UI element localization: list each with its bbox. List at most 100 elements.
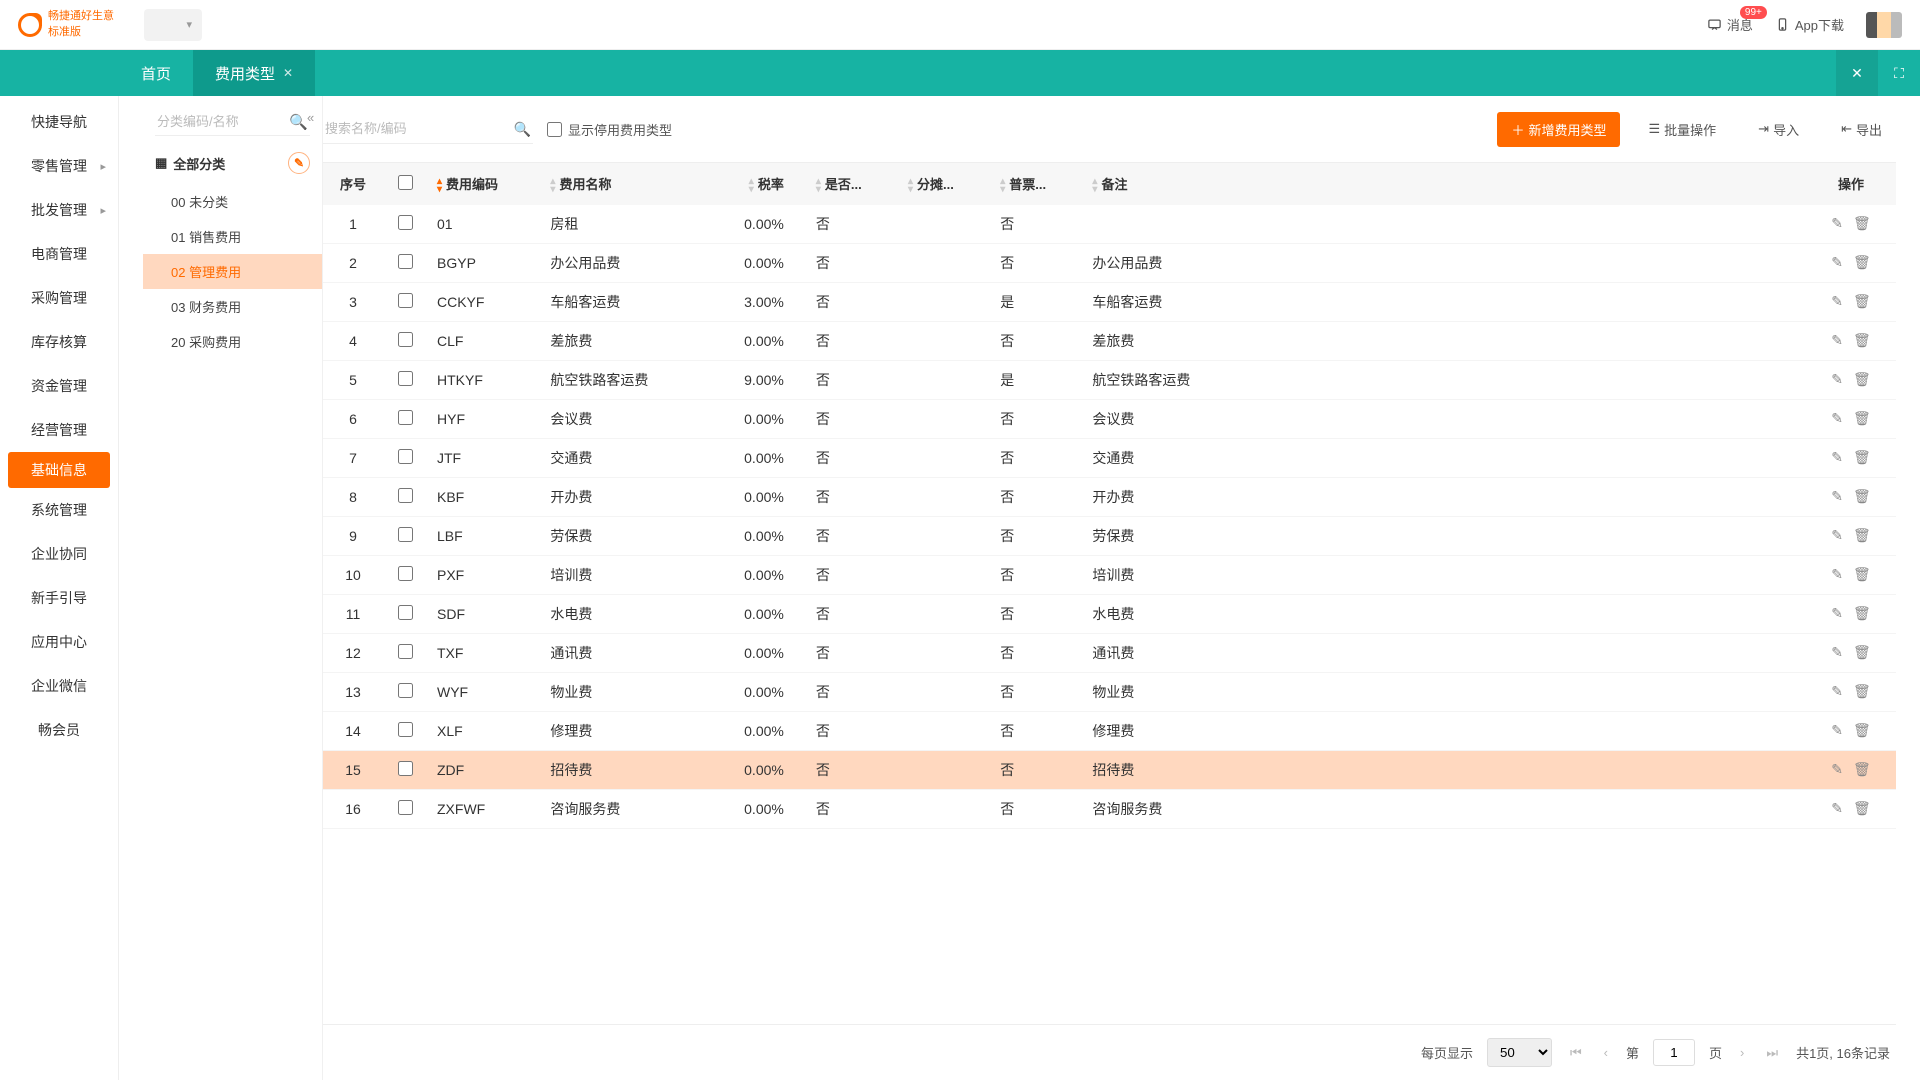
table-row[interactable]: 8KBF开办费0.00%否否开办费✎🗑 <box>323 477 1896 516</box>
category-item[interactable]: 02 管理费用 <box>143 254 322 289</box>
sidebar-item[interactable]: 资金管理 <box>0 364 118 408</box>
delete-icon[interactable]: 🗑 <box>1853 254 1871 270</box>
sidebar-item[interactable]: 零售管理 <box>0 144 118 188</box>
edit-icon[interactable]: ✎ <box>1831 371 1843 387</box>
delete-icon[interactable]: 🗑 <box>1853 566 1871 582</box>
search-icon[interactable]: 🔍 <box>514 121 531 138</box>
edit-icon[interactable]: ✎ <box>1831 644 1843 660</box>
edit-icon[interactable]: ✎ <box>1831 332 1843 348</box>
avatar[interactable] <box>1866 12 1902 38</box>
col-name[interactable]: ▴▾费用名称 <box>540 163 705 205</box>
sidebar-item[interactable]: 经营管理 <box>0 408 118 452</box>
delete-icon[interactable]: 🗑 <box>1853 761 1871 777</box>
page-first-button[interactable]: ⏮ <box>1566 1041 1586 1065</box>
table-search-input[interactable] <box>323 114 533 144</box>
col-rate[interactable]: ▴▾税率 <box>706 163 806 205</box>
row-checkbox[interactable] <box>398 293 413 308</box>
delete-icon[interactable]: 🗑 <box>1853 722 1871 738</box>
row-checkbox[interactable] <box>398 566 413 581</box>
table-row[interactable]: 6HYF会议费0.00%否否会议费✎🗑 <box>323 399 1896 438</box>
delete-icon[interactable]: 🗑 <box>1853 332 1871 348</box>
add-fee-type-button[interactable]: ＋ 新增费用类型 <box>1497 112 1620 147</box>
delete-icon[interactable]: 🗑 <box>1853 527 1871 543</box>
category-item[interactable]: 03 财务费用 <box>143 289 322 324</box>
delete-icon[interactable]: 🗑 <box>1853 605 1871 621</box>
sidebar-item[interactable]: 电商管理 <box>0 232 118 276</box>
edit-icon[interactable]: ✎ <box>1831 566 1843 582</box>
sidebar-item[interactable]: 批发管理 <box>0 188 118 232</box>
messages-button[interactable]: 消息 99+ <box>1707 15 1753 34</box>
row-checkbox[interactable] <box>398 449 413 464</box>
sidebar-item[interactable]: 畅会员 <box>0 708 118 752</box>
edit-category-button[interactable]: ✎ <box>288 152 310 174</box>
row-checkbox[interactable] <box>398 371 413 386</box>
delete-icon[interactable]: 🗑 <box>1853 371 1871 387</box>
edit-icon[interactable]: ✎ <box>1831 683 1843 699</box>
row-checkbox[interactable] <box>398 488 413 503</box>
collapse-panel-button[interactable]: « <box>307 110 323 125</box>
sidebar-item[interactable]: 企业协同 <box>0 532 118 576</box>
close-icon[interactable]: ✕ <box>283 66 293 80</box>
page-input[interactable] <box>1653 1039 1695 1066</box>
table-row[interactable]: 16ZXFWF咨询服务费0.00%否否咨询服务费✎🗑 <box>323 789 1896 828</box>
col-ticket[interactable]: ▴▾普票... <box>990 163 1082 205</box>
per-page-select[interactable]: 50 <box>1487 1038 1552 1067</box>
category-item[interactable]: 00 未分类 <box>143 184 322 219</box>
fullscreen-button[interactable]: ⛶ <box>1878 50 1920 96</box>
row-checkbox[interactable] <box>398 332 413 347</box>
col-remark[interactable]: ▴▾备注 <box>1082 163 1806 205</box>
page-last-button[interactable]: ⏭ <box>1762 1041 1782 1065</box>
col-code[interactable]: ▴▾费用编码 <box>427 163 540 205</box>
close-all-tabs-button[interactable]: ✕ <box>1836 50 1878 96</box>
company-selector[interactable]: ▾ <box>144 9 202 41</box>
col-checkbox[interactable] <box>383 163 427 205</box>
row-checkbox[interactable] <box>398 527 413 542</box>
select-all-checkbox[interactable] <box>398 175 413 190</box>
table-row[interactable]: 12TXF通讯费0.00%否否通讯费✎🗑 <box>323 633 1896 672</box>
edit-icon[interactable]: ✎ <box>1831 722 1843 738</box>
edit-icon[interactable]: ✎ <box>1831 410 1843 426</box>
batch-button[interactable]: ☰ 批量操作 <box>1634 112 1730 147</box>
category-all[interactable]: ▦ 全部分类 ✎ <box>143 146 322 180</box>
delete-icon[interactable]: 🗑 <box>1853 683 1871 699</box>
table-row[interactable]: 5HTKYF航空铁路客运费9.00%否是航空铁路客运费✎🗑 <box>323 360 1896 399</box>
table-row[interactable]: 10PXF培训费0.00%否否培训费✎🗑 <box>323 555 1896 594</box>
edit-icon[interactable]: ✎ <box>1831 800 1843 816</box>
table-row[interactable]: 2BGYP办公用品费0.00%否否办公用品费✎🗑 <box>323 243 1896 282</box>
sidebar-item[interactable]: 基础信息 <box>8 452 110 488</box>
edit-icon[interactable]: ✎ <box>1831 488 1843 504</box>
delete-icon[interactable]: 🗑 <box>1853 215 1871 231</box>
sidebar-item[interactable]: 快捷导航 <box>0 100 118 144</box>
table-row[interactable]: 7JTF交通费0.00%否否交通费✎🗑 <box>323 438 1896 477</box>
col-isded[interactable]: ▴▾是否... <box>806 163 898 205</box>
edit-icon[interactable]: ✎ <box>1831 449 1843 465</box>
edit-icon[interactable]: ✎ <box>1831 293 1843 309</box>
category-search-input[interactable] <box>155 108 310 136</box>
col-alloc[interactable]: ▴▾分摊... <box>898 163 990 205</box>
edit-icon[interactable]: ✎ <box>1831 215 1843 231</box>
row-checkbox[interactable] <box>398 644 413 659</box>
table-row[interactable]: 4CLF差旅费0.00%否否差旅费✎🗑 <box>323 321 1896 360</box>
delete-icon[interactable]: 🗑 <box>1853 410 1871 426</box>
tab-fee-type[interactable]: 费用类型 ✕ <box>193 50 315 96</box>
row-checkbox[interactable] <box>398 722 413 737</box>
page-next-button[interactable]: › <box>1736 1041 1748 1064</box>
show-disabled-input[interactable] <box>547 122 562 137</box>
page-prev-button[interactable]: ‹ <box>1600 1041 1612 1064</box>
tab-home[interactable]: 首页 <box>119 50 193 96</box>
row-checkbox[interactable] <box>398 761 413 776</box>
edit-icon[interactable]: ✎ <box>1831 605 1843 621</box>
app-download-button[interactable]: App下载 <box>1775 15 1844 34</box>
table-row[interactable]: 11SDF水电费0.00%否否水电费✎🗑 <box>323 594 1896 633</box>
edit-icon[interactable]: ✎ <box>1831 527 1843 543</box>
delete-icon[interactable]: 🗑 <box>1853 488 1871 504</box>
row-checkbox[interactable] <box>398 683 413 698</box>
delete-icon[interactable]: 🗑 <box>1853 644 1871 660</box>
import-button[interactable]: ⇥ 导入 <box>1744 112 1813 147</box>
sidebar-item[interactable]: 新手引导 <box>0 576 118 620</box>
show-disabled-checkbox[interactable]: 显示停用费用类型 <box>547 120 672 139</box>
export-button[interactable]: ⇤ 导出 <box>1827 112 1896 147</box>
row-checkbox[interactable] <box>398 254 413 269</box>
table-row[interactable]: 15ZDF招待费0.00%否否招待费✎🗑 <box>323 750 1896 789</box>
sidebar-item[interactable]: 系统管理 <box>0 488 118 532</box>
